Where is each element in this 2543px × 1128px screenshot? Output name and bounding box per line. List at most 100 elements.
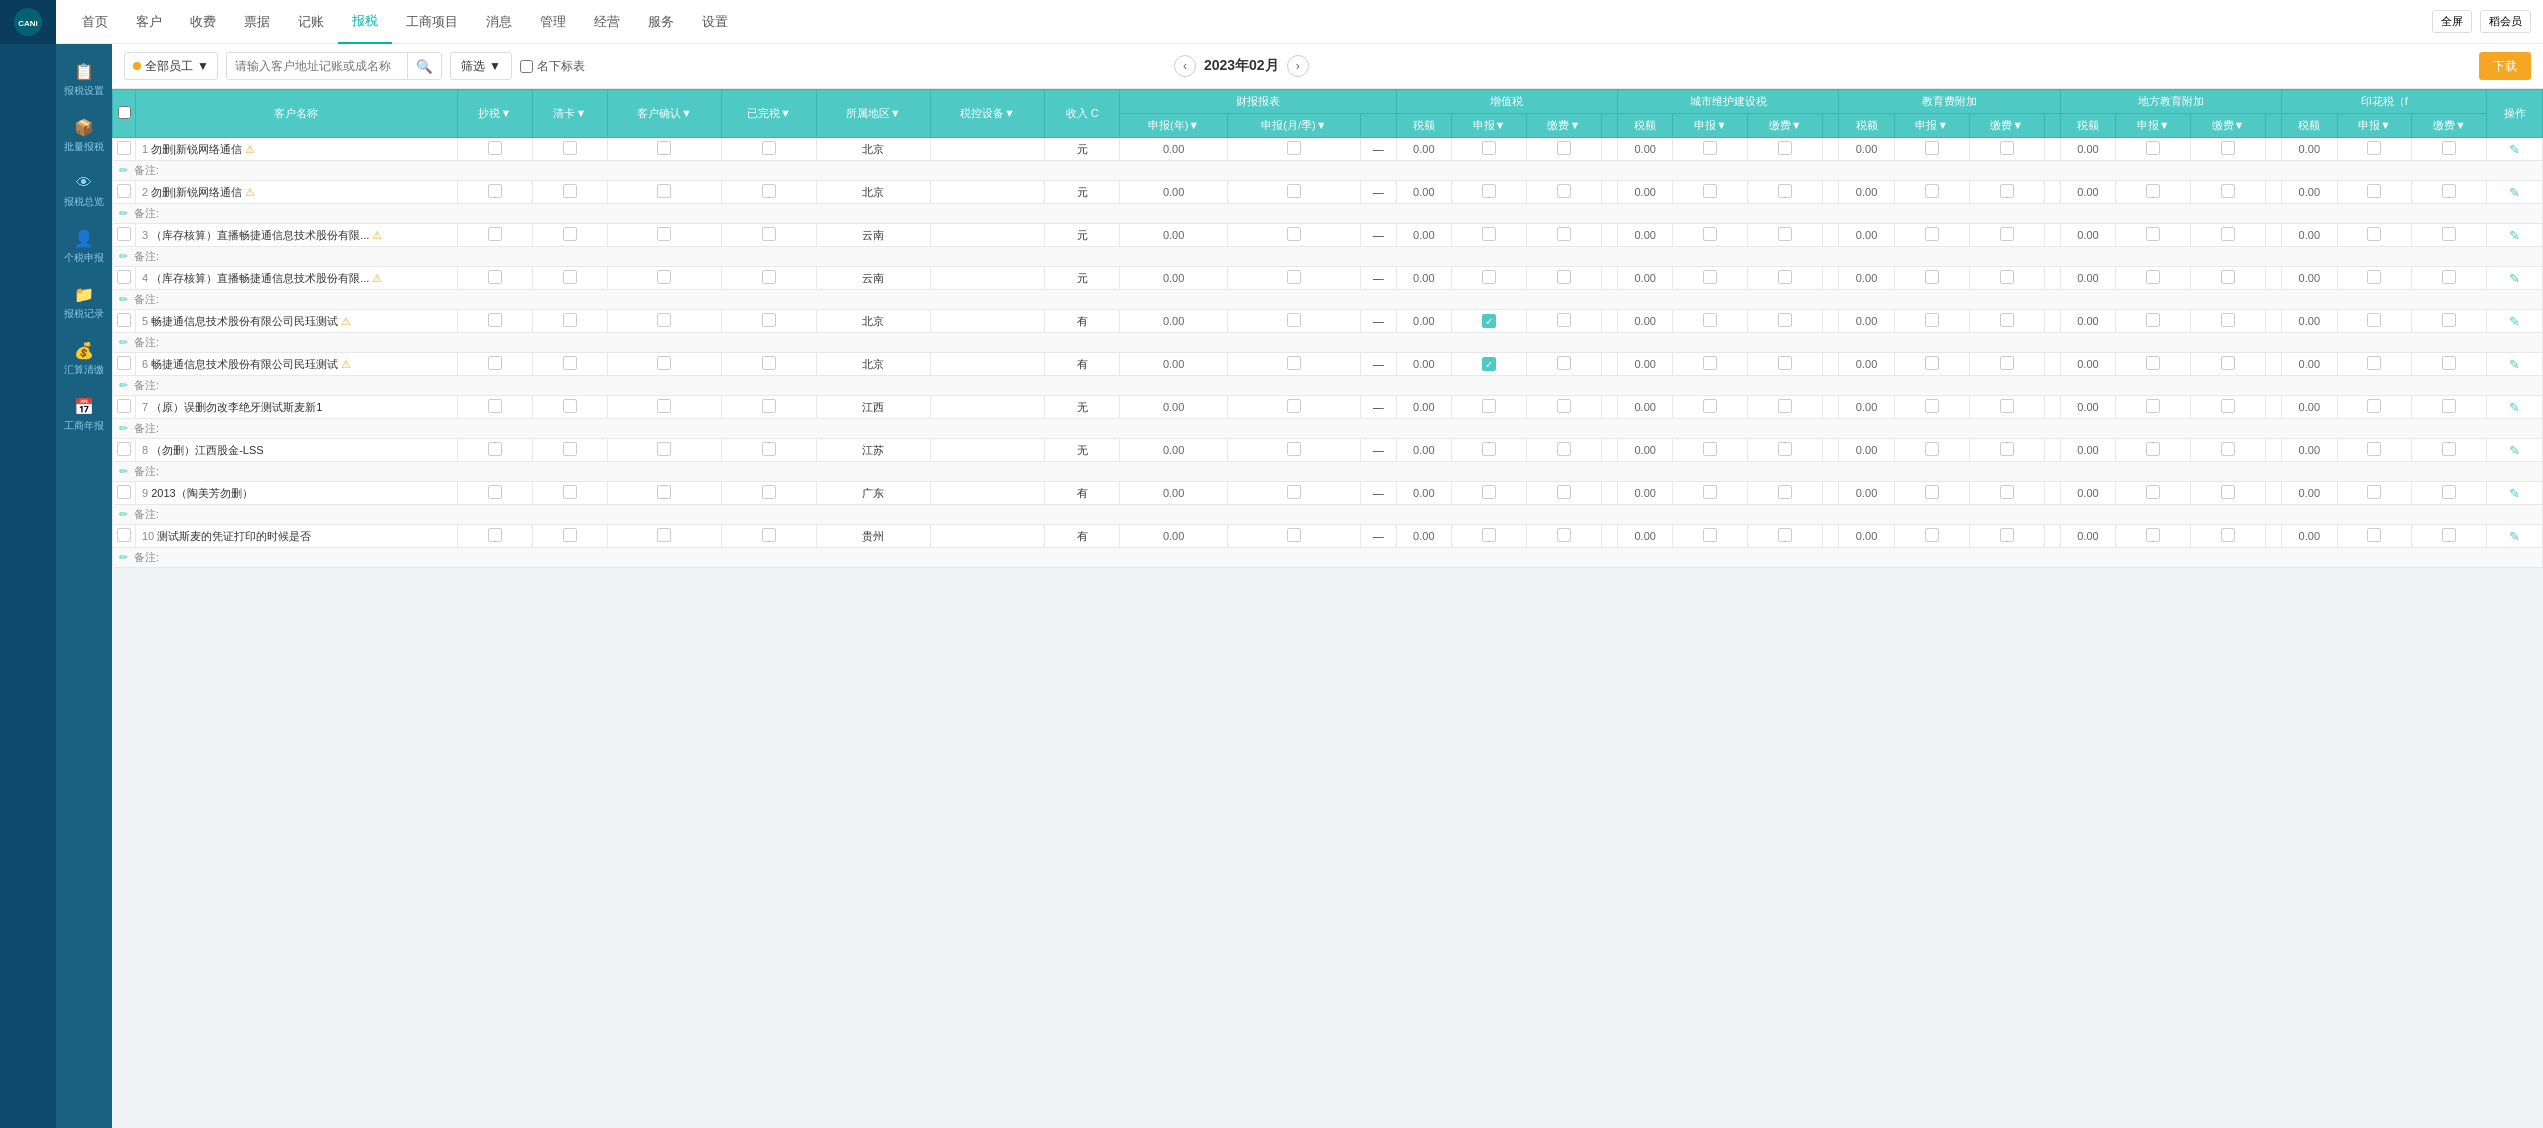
- filter-button[interactable]: 筛选 ▼: [450, 52, 512, 80]
- edit-icon[interactable]: ✎: [2509, 314, 2520, 329]
- current-date: 2023年02月: [1204, 57, 1279, 75]
- table-row: 3 （库存核算）直播畅捷通信息技术股份有限... ⚠ 云南 元 0.00 — 0…: [113, 224, 2543, 247]
- header-copy-tax: 抄税▼: [457, 90, 532, 138]
- sub-header-city-amount: 税额: [1617, 114, 1672, 138]
- name-checkbox[interactable]: [520, 60, 533, 73]
- sub-item-tax-settings[interactable]: 📋 报税设置: [56, 52, 112, 108]
- search-input[interactable]: [227, 53, 407, 79]
- sub-header-edu-declare: 申报▼: [1894, 114, 1969, 138]
- table-row: 1 勿删|新锐网络通信 ⚠ 北京 元 0.00 — 0.00 0.00 0.00…: [113, 138, 2543, 161]
- nav-invoice[interactable]: 票据: [230, 0, 284, 44]
- employee-filter[interactable]: 全部员工 ▼: [124, 52, 218, 80]
- nav-fee[interactable]: 收费: [176, 0, 230, 44]
- customer-name: （勿删）江西股金-LSS: [151, 444, 263, 456]
- unchecked-box: [2000, 485, 2014, 499]
- nav-customer[interactable]: 客户: [122, 0, 176, 44]
- row-select-cell: [113, 439, 136, 462]
- nav-tax[interactable]: 报税: [338, 0, 392, 44]
- sub-item-batch-tax[interactable]: 📦 批量报税: [56, 108, 112, 164]
- edit-icon[interactable]: ✎: [2509, 142, 2520, 157]
- nav-manage[interactable]: 管理: [526, 0, 580, 44]
- nav-commerce[interactable]: 工商项目: [392, 0, 472, 44]
- edit-icon[interactable]: ✎: [2509, 357, 2520, 372]
- vat-amount-cell: 0.00: [1396, 310, 1451, 333]
- unchecked-box: [2367, 227, 2381, 241]
- clear-card-cell: [532, 267, 607, 290]
- edit-icon[interactable]: ✎: [2509, 486, 2520, 501]
- city-declare-cell: [1673, 138, 1748, 161]
- main-area: 首页 客户 收费 票据 记账 报税 工商项目 消息 管理 经营 服务 设置 全屏…: [56, 0, 2543, 1128]
- unchecked-box: [657, 270, 671, 284]
- row-number: 1: [142, 143, 148, 155]
- monthly-declare-cell: —: [1360, 310, 1396, 333]
- name-label-check[interactable]: 名下标表: [520, 58, 585, 75]
- download-button[interactable]: 下载: [2479, 52, 2531, 80]
- edu-pay-cell: [1969, 267, 2044, 290]
- edit-icon[interactable]: ✎: [2509, 185, 2520, 200]
- unchecked-box: [1925, 442, 1939, 456]
- note-cell: ✏ 备注:: [113, 161, 2543, 181]
- nav-service[interactable]: 服务: [634, 0, 688, 44]
- search-button[interactable]: 🔍: [407, 53, 441, 79]
- monthly-declare-cell: —: [1360, 181, 1396, 204]
- customer-name: （库存核算）直播畅捷通信息技术股份有限...: [151, 229, 369, 241]
- edit-icon[interactable]: ✎: [2509, 529, 2520, 544]
- unchecked-box: [117, 442, 131, 456]
- vat-declare-cell: [1452, 181, 1527, 204]
- sub-header-edu-pay: 缴费▼: [1969, 114, 2044, 138]
- city-pay-cell: [1748, 482, 1823, 505]
- localedu-blank-cell: [2266, 224, 2282, 247]
- sub-item-annual-report[interactable]: 📅 工商年报: [56, 387, 112, 443]
- nav-business[interactable]: 经营: [580, 0, 634, 44]
- income-cell: 元: [1045, 224, 1120, 247]
- select-all-checkbox[interactable]: [118, 106, 131, 119]
- unchecked-box: [563, 528, 577, 542]
- note-pencil-icon: ✏: [119, 379, 128, 391]
- unchecked-box: [2000, 356, 2014, 370]
- nav-settings[interactable]: 设置: [688, 0, 742, 44]
- nav-account[interactable]: 记账: [284, 0, 338, 44]
- unchecked-box: [488, 528, 502, 542]
- copy-tax-cell: [457, 181, 532, 204]
- customer-name: 畅捷通信息技术股份有限公司民珏测试: [151, 358, 338, 370]
- edit-icon[interactable]: ✎: [2509, 443, 2520, 458]
- tax-device-cell: [930, 138, 1044, 161]
- note-row: ✏ 备注:: [113, 290, 2543, 310]
- name-label-text: 名下标表: [537, 58, 585, 75]
- income-value-cell: 0.00: [1120, 138, 1228, 161]
- customer-confirm-cell: [607, 310, 721, 333]
- copy-tax-cell: [457, 353, 532, 376]
- note-row: ✏ 备注:: [113, 376, 2543, 396]
- customer-confirm-cell: [607, 267, 721, 290]
- customer-name-cell: 1 勿删|新锐网络通信 ⚠: [136, 138, 458, 161]
- stamp-amount-cell: 0.00: [2282, 224, 2337, 247]
- edu-blank-cell: [2044, 439, 2060, 462]
- city-blank-cell: [1823, 439, 1839, 462]
- row-select-cell: [113, 396, 136, 419]
- sub-item-personal-tax[interactable]: 👤 个税申报: [56, 219, 112, 275]
- fullscreen-btn[interactable]: 全屏: [2432, 10, 2472, 33]
- next-date-btn[interactable]: ›: [1287, 55, 1309, 77]
- note-label: 备注:: [134, 250, 159, 262]
- sub-item-tax-record[interactable]: 📁 报税记录: [56, 275, 112, 331]
- unchecked-box: [2146, 270, 2160, 284]
- sub-item-tax-overview[interactable]: 👁 报税总览: [56, 164, 112, 219]
- sub-label-annual-report: 工商年报: [64, 419, 104, 433]
- edit-icon[interactable]: ✎: [2509, 400, 2520, 415]
- unchecked-box: [2442, 356, 2456, 370]
- city-declare-cell: [1673, 353, 1748, 376]
- edu-blank-cell: [2044, 267, 2060, 290]
- prev-date-btn[interactable]: ‹: [1174, 55, 1196, 77]
- tax-device-cell: [930, 181, 1044, 204]
- edit-icon[interactable]: ✎: [2509, 271, 2520, 286]
- vip-btn[interactable]: 稻会员: [2480, 10, 2531, 33]
- unchecked-box: [657, 485, 671, 499]
- nav-message[interactable]: 消息: [472, 0, 526, 44]
- edit-icon[interactable]: ✎: [2509, 228, 2520, 243]
- nav-home[interactable]: 首页: [68, 0, 122, 44]
- sub-item-settlement[interactable]: 💰 汇算清缴: [56, 331, 112, 387]
- edu-blank-cell: [2044, 310, 2060, 333]
- stamp-pay-cell: [2412, 525, 2487, 548]
- edu-pay-cell: [1969, 525, 2044, 548]
- unchecked-box: [117, 184, 131, 198]
